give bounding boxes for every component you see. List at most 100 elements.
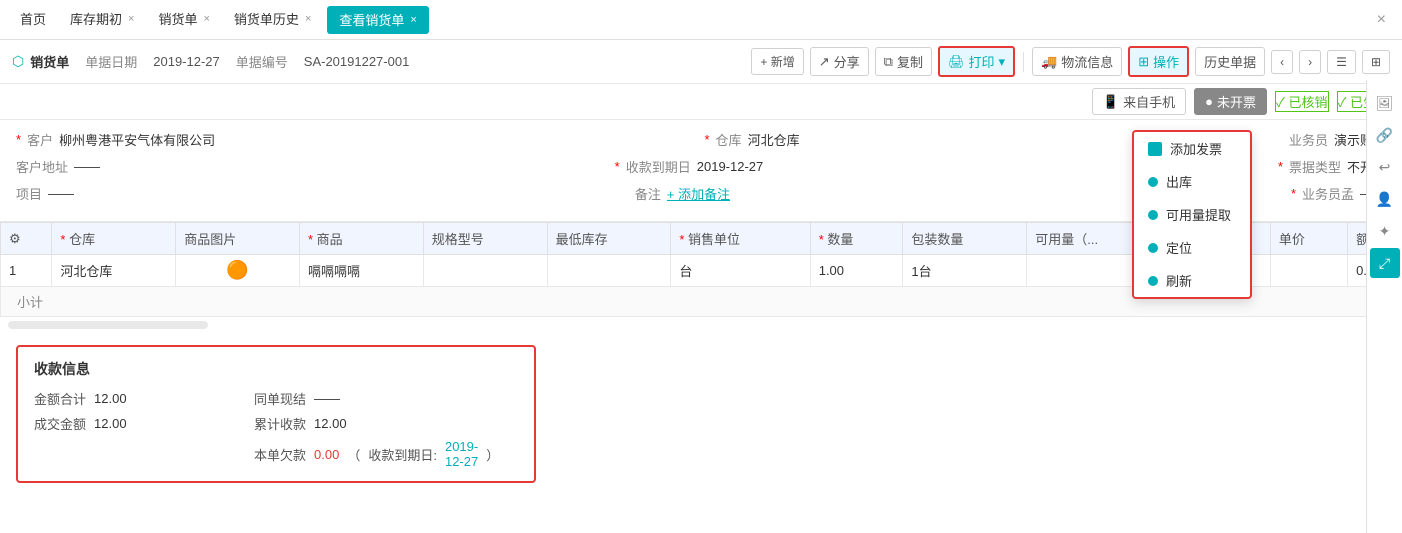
customer-label: 客户 <box>27 130 53 149</box>
document-title: 销货单 <box>30 52 69 71</box>
logistics-button[interactable]: 🚚 物流信息 <box>1032 47 1122 76</box>
th-settings[interactable]: ⚙ <box>1 223 52 255</box>
check-button-1[interactable]: ✓ 已核销 <box>1275 91 1329 112</box>
settings-icon: ⚙ <box>9 231 21 246</box>
toolbar-right: + 新增 ↗ 分享 ⧉ 复制 🖨 打印 ▾ 🚚 物流信息 <box>751 46 1390 77</box>
action-row: 📱 来自手机 ● 未开票 ✓ 已核销 ✓ 已生效 <box>0 84 1402 120</box>
current-debt-label: 本单欠款 <box>254 445 306 464</box>
add-invoice-item[interactable]: 添加发票 <box>1134 132 1250 165</box>
sidebar-icon-reply[interactable]: ↩ <box>1370 152 1400 182</box>
cell-min-stock <box>547 255 671 287</box>
due-date-value-inline: 2019-12-27 <box>445 439 478 469</box>
warehouse-value: 河北仓库 <box>748 130 800 149</box>
available-extract-item[interactable]: 可用量提取 <box>1134 198 1250 231</box>
total-amount-row: 金额合计 12.00 <box>34 389 254 408</box>
tab-sales-order[interactable]: 销货单 × <box>146 0 221 40</box>
truck-icon: 🚚 <box>1041 54 1057 70</box>
current-debt-row: 本单欠款 0.00 （ 收款到期日: 2019-12-27 ） <box>254 439 474 469</box>
add-invoice-icon <box>1148 142 1162 156</box>
tab-sales-history[interactable]: 销货单历史 × <box>222 0 323 40</box>
payment-section: 收款信息 金额合计 12.00 同单现结 —— 成交金额 12.00 <box>0 333 1402 495</box>
due-date-label-inline: 收款到期日: <box>368 445 437 464</box>
th-unit-price: 单价 <box>1270 223 1347 255</box>
chevron-down-icon: ▾ <box>999 54 1006 70</box>
warehouse-field: * 仓库 河北仓库 <box>704 130 799 149</box>
refresh-icon <box>1148 276 1158 286</box>
locate-icon <box>1148 243 1158 253</box>
print-icon: 🖨 <box>948 54 965 70</box>
list-view-button[interactable]: ☰ <box>1327 50 1356 74</box>
close-icon[interactable]: × <box>305 13 311 25</box>
next-button[interactable]: › <box>1299 50 1321 74</box>
customer-field: * 客户 柳州粤港平安气体有限公司 <box>16 130 215 149</box>
th-package-qty: 包装数量 <box>903 223 1027 255</box>
cell-warehouse: 河北仓库 <box>52 255 176 287</box>
tab-bar: 首页 库存期初 × 销货单 × 销货单历史 × 查看销货单 × × <box>0 0 1402 40</box>
address-label: 客户地址 <box>16 157 68 176</box>
sidebar-icon-user[interactable]: 👤 <box>1370 184 1400 214</box>
accumulated-collection-label: 累计收款 <box>254 414 306 433</box>
cell-package-qty: 1台 <box>903 255 1027 287</box>
copy-button[interactable]: ⧉ 复制 <box>875 47 932 76</box>
th-warehouse: * 仓库 <box>52 223 176 255</box>
grid-view-button[interactable]: ⊞ <box>1362 50 1390 74</box>
grid-icon: ⊞ <box>1138 54 1149 70</box>
th-product: * 商品 <box>299 223 423 255</box>
th-image: 商品图片 <box>176 223 300 255</box>
staff-label: 业务员 <box>1289 130 1328 149</box>
outbound-item[interactable]: 出库 <box>1134 165 1250 198</box>
customer-value: 柳州粤港平安气体有限公司 <box>59 130 215 149</box>
due-date-value: 2019-12-27 <box>697 159 764 174</box>
cell-quantity: 1.00 <box>810 255 903 287</box>
due-date-field: * 收款到期日 2019-12-27 <box>615 157 764 176</box>
tab-view-sales-order[interactable]: 查看销货单 × <box>327 6 428 34</box>
cell-spec <box>423 255 547 287</box>
close-icon[interactable]: × <box>203 13 209 25</box>
cell-product: 嗝嗝嗝嗝 <box>299 255 423 287</box>
due-date-hint: （ <box>347 445 360 464</box>
number-value: SA-20191227-001 <box>304 54 410 69</box>
locate-item[interactable]: 定位 <box>1134 231 1250 264</box>
not-open-ticket-button[interactable]: ● 未开票 <box>1194 88 1267 115</box>
cell-unit: 台 <box>671 255 810 287</box>
address-value: —— <box>74 159 100 174</box>
sidebar-icon-link[interactable]: 🔗 <box>1370 120 1400 150</box>
main-content: ⬡ 销货单 单据日期 2019-12-27 单据编号 SA-20191227-0… <box>0 40 1402 533</box>
product-image-icon: 🟠 <box>226 260 248 280</box>
operation-button[interactable]: ⊞ 操作 <box>1128 46 1189 77</box>
cell-image: 🟠 <box>176 255 300 287</box>
close-icon[interactable]: × <box>128 13 134 25</box>
current-debt-value: 0.00 <box>314 447 339 462</box>
same-order-value: —— <box>314 391 340 406</box>
sidebar-icon-expand[interactable]: ⤢ <box>1370 248 1400 278</box>
new-button[interactable]: + 新增 <box>751 48 803 75</box>
prev-button[interactable]: ‹ <box>1271 50 1293 74</box>
outbound-icon <box>1148 177 1158 187</box>
share-button[interactable]: ↗ 分享 <box>810 47 869 76</box>
close-icon[interactable]: × <box>410 14 416 26</box>
transaction-amount-row: 成交金额 12.00 <box>34 414 254 433</box>
payment-box: 收款信息 金额合计 12.00 同单现结 —— 成交金额 12.00 <box>16 345 536 483</box>
number-label: 单据编号 <box>236 52 288 71</box>
accumulated-collection-row: 累计收款 12.00 <box>254 414 474 433</box>
same-order-label: 同单现结 <box>254 389 306 408</box>
sales-staff-label: 业务员孟 <box>1302 184 1354 203</box>
sidebar-icon-star[interactable]: ✦ <box>1370 216 1400 246</box>
sidebar-icon-image[interactable]: 🖼 <box>1370 88 1400 118</box>
history-button[interactable]: 历史单据 <box>1195 47 1265 76</box>
tab-inventory-init[interactable]: 库存期初 × <box>58 0 146 40</box>
print-button[interactable]: 🖨 打印 ▾ <box>938 46 1015 77</box>
transaction-amount-value: 12.00 <box>94 416 127 431</box>
tab-home[interactable]: 首页 <box>8 0 58 40</box>
refresh-item[interactable]: 刷新 <box>1134 264 1250 297</box>
address-field: 客户地址 —— <box>16 157 100 176</box>
project-field: 项目 —— <box>16 184 74 203</box>
th-quantity: * 数量 <box>810 223 903 255</box>
note-field: 备注 + 添加备注 <box>635 184 730 203</box>
table-scrollbar[interactable] <box>8 321 208 329</box>
payment-grid: 金额合计 12.00 同单现结 —— 成交金额 12.00 累计收款 12.00 <box>34 389 518 469</box>
add-note-button[interactable]: + 添加备注 <box>667 184 730 203</box>
from-phone-button[interactable]: 📱 来自手机 <box>1092 88 1186 115</box>
window-close-button[interactable]: × <box>1369 11 1394 29</box>
project-label: 项目 <box>16 184 42 203</box>
